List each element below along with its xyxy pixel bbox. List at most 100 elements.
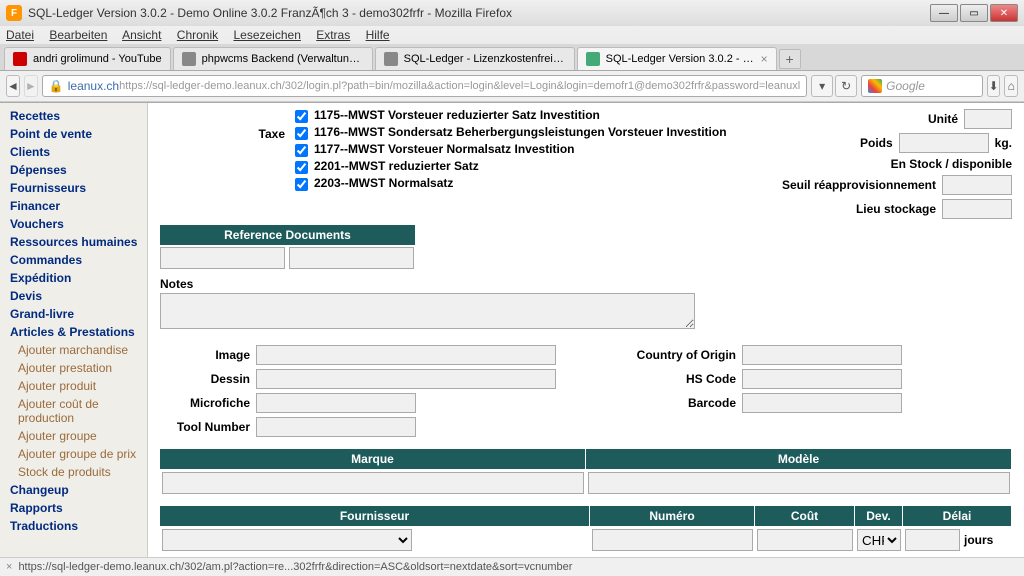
tax-check-1175[interactable] (295, 110, 308, 123)
sidebar-sub-produit[interactable]: Ajouter produit (10, 377, 147, 395)
input-barcode[interactable] (742, 393, 902, 413)
sidebar-item-fournisseurs[interactable]: Fournisseurs (10, 179, 147, 197)
input-seuil[interactable] (942, 175, 1012, 195)
input-unite[interactable] (964, 109, 1012, 129)
menu-history[interactable]: Chronik (177, 28, 218, 42)
menu-file[interactable]: Datei (6, 28, 34, 42)
sidebar-item-traductions[interactable]: Traductions (10, 517, 147, 535)
input-cout[interactable] (757, 529, 853, 551)
sidebar-sub-stock[interactable]: Stock de produits (10, 463, 147, 481)
page-icon (182, 52, 196, 66)
menu-bookmarks[interactable]: Lesezeichen (233, 28, 300, 42)
header-refdocs: Reference Documents (160, 225, 415, 245)
dropdown-icon[interactable]: ▾ (811, 75, 833, 97)
sidebar-item-ressources[interactable]: Ressources humaines (10, 233, 147, 251)
header-marque: Marque (160, 449, 586, 469)
input-dessin[interactable] (256, 369, 556, 389)
sidebar-item-grandlivre[interactable]: Grand-livre (10, 305, 147, 323)
input-numero[interactable] (592, 529, 753, 551)
input-coo[interactable] (742, 345, 902, 365)
sidebar-sub-cout[interactable]: Ajouter coût de production (10, 395, 147, 427)
textarea-notes[interactable] (160, 293, 695, 329)
input-hscode[interactable] (742, 369, 902, 389)
minimize-button[interactable]: — (930, 4, 958, 22)
close-tab-icon[interactable]: × (761, 52, 768, 66)
sidebar-item-depenses[interactable]: Dépenses (10, 161, 147, 179)
input-modele[interactable] (588, 472, 1010, 494)
input-lieu[interactable] (942, 199, 1012, 219)
label-notes: Notes (160, 277, 193, 291)
search-box[interactable]: Google (861, 75, 983, 97)
status-close-icon[interactable]: × (6, 561, 12, 573)
menu-edit[interactable]: Bearbeiten (49, 28, 107, 42)
menu-help[interactable]: Hilfe (366, 28, 390, 42)
menu-view[interactable]: Ansicht (122, 28, 161, 42)
sidebar-item-rapports[interactable]: Rapports (10, 499, 147, 517)
header-delai: Délai (903, 506, 1012, 526)
sidebar-item-pdv[interactable]: Point de vente (10, 125, 147, 143)
sidebar-item-changeup[interactable]: Changeup (10, 481, 147, 499)
header-fournisseur: Fournisseur (160, 506, 590, 526)
header-modele: Modèle (586, 449, 1012, 469)
input-microfiche[interactable] (256, 393, 416, 413)
firefox-icon: F (6, 5, 22, 21)
sidebar-item-clients[interactable]: Clients (10, 143, 147, 161)
tab-sqlledger-license[interactable]: SQL-Ledger - Lizenzkostenfreien Ope... (375, 47, 575, 70)
sidebar-item-commandes[interactable]: Commandes (10, 251, 147, 269)
tab-phpwcms[interactable]: phpwcms Backend (Verwaltung) - sql... (173, 47, 373, 70)
sidebar-sub-prestation[interactable]: Ajouter prestation (10, 359, 147, 377)
tab-youtube[interactable]: andri grolimund - YouTube (4, 47, 171, 70)
input-marque[interactable] (162, 472, 584, 494)
input-image[interactable] (256, 345, 556, 365)
label-taxe: Taxe (160, 107, 295, 221)
page-icon (384, 52, 398, 66)
forward-button[interactable]: ► (24, 75, 38, 97)
tax-check-1177[interactable] (295, 144, 308, 157)
menu-bar: Datei Bearbeiten Ansicht Chronik Lesezei… (0, 26, 1024, 44)
input-toolnumber[interactable] (256, 417, 416, 437)
sidebar-sub-marchandise[interactable]: Ajouter marchandise (10, 341, 147, 359)
reload-button[interactable]: ↻ (835, 75, 857, 97)
maximize-button[interactable]: ▭ (960, 4, 988, 22)
tax-check-2203[interactable] (295, 178, 308, 191)
tax-check-1176[interactable] (295, 127, 308, 140)
window-title: SQL-Ledger Version 3.0.2 - Demo Online 3… (28, 6, 930, 20)
youtube-icon (13, 52, 27, 66)
sidebar-item-vouchers[interactable]: Vouchers (10, 215, 147, 233)
back-button[interactable]: ◄ (6, 75, 20, 97)
menu-tools[interactable]: Extras (316, 28, 350, 42)
sidebar-item-expedition[interactable]: Expédition (10, 269, 147, 287)
tax-check-2201[interactable] (295, 161, 308, 174)
google-icon (868, 79, 882, 93)
input-delai[interactable] (905, 529, 960, 551)
toolbar: ◄ ► 🔒 leanux.ch https://sql-ledger-demo.… (0, 71, 1024, 102)
home-button[interactable]: ⌂ (1004, 75, 1018, 97)
tab-strip: andri grolimund - YouTube phpwcms Backen… (0, 44, 1024, 71)
main-content: Taxe 1175--MWST Vorsteuer reduzierter Sa… (148, 103, 1024, 569)
sidebar-item-financer[interactable]: Financer (10, 197, 147, 215)
tab-sqlledger-demo[interactable]: SQL-Ledger Version 3.0.2 - Demo Onl... × (577, 47, 777, 70)
lock-icon: 🔒 (49, 79, 64, 93)
header-dev: Dev. (855, 506, 903, 526)
sidebar-sub-groupe[interactable]: Ajouter groupe (10, 427, 147, 445)
sidebar-item-articles[interactable]: Articles & Prestations (10, 323, 147, 341)
address-bar[interactable]: 🔒 leanux.ch https://sql-ledger-demo.lean… (42, 75, 807, 97)
sidebar-sub-groupeprix[interactable]: Ajouter groupe de prix (10, 445, 147, 463)
close-window-button[interactable]: ✕ (990, 4, 1018, 22)
select-dev-supplier[interactable]: CHF (857, 529, 901, 551)
input-refdoc-2[interactable] (289, 247, 414, 269)
new-tab-button[interactable]: + (779, 49, 801, 69)
status-text: https://sql-ledger-demo.leanux.ch/302/am… (18, 561, 572, 573)
input-poids[interactable] (899, 133, 989, 153)
sqlledger-icon (586, 52, 600, 66)
header-cout: Coût (755, 506, 855, 526)
header-numero: Numéro (590, 506, 755, 526)
status-bar: × https://sql-ledger-demo.leanux.ch/302/… (0, 557, 1024, 576)
downloads-button[interactable]: ⬇ (987, 75, 1001, 97)
title-bar: F SQL-Ledger Version 3.0.2 - Demo Online… (0, 0, 1024, 26)
sidebar: Recettes Point de vente Clients Dépenses… (0, 103, 148, 569)
sidebar-item-devis[interactable]: Devis (10, 287, 147, 305)
input-refdoc-1[interactable] (160, 247, 285, 269)
sidebar-item-recettes[interactable]: Recettes (10, 107, 147, 125)
select-fournisseur[interactable] (162, 529, 412, 551)
